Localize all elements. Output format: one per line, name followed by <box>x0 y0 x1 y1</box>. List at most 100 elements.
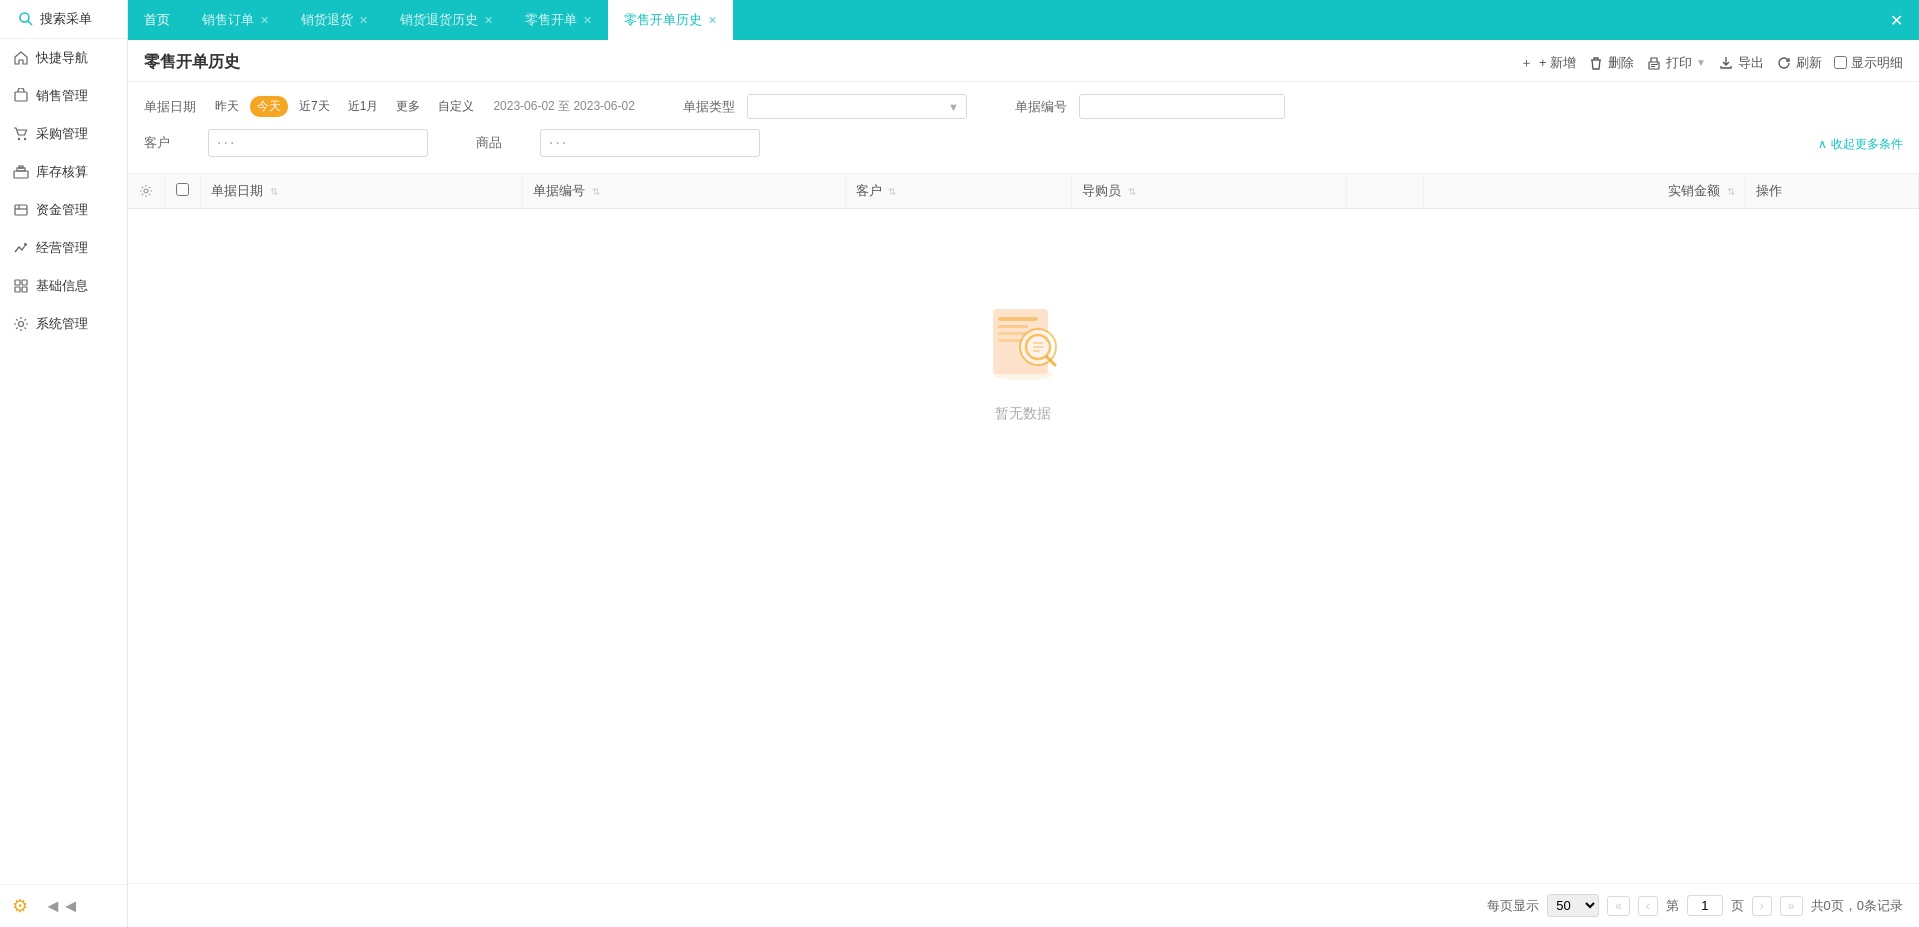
display-cols-checkbox[interactable] <box>1834 56 1847 69</box>
tab-sales-order[interactable]: 销售订单 ✕ <box>186 0 285 40</box>
th-date[interactable]: 单据日期 ⇅ <box>201 174 523 209</box>
svg-rect-17 <box>1651 64 1657 65</box>
th-customer-label: 客户 <box>856 183 882 198</box>
filter-area: 单据日期 昨天 今天 近7天 近1月 更多 自定义 2023-06-02 至 2… <box>128 82 1919 174</box>
sidebar-item-operations[interactable]: 经营管理 <box>0 229 127 267</box>
sidebar-item-label: 快捷导航 <box>36 49 88 67</box>
date-btn-more[interactable]: 更多 <box>389 96 427 117</box>
basic-icon <box>12 277 30 295</box>
delete-button[interactable]: 删除 <box>1588 54 1634 72</box>
svg-point-3 <box>18 138 20 140</box>
add-button[interactable]: ＋ + 新增 <box>1520 54 1576 72</box>
total-info: 共0页，0条记录 <box>1811 897 1903 915</box>
sidebar-search[interactable]: 搜索采单 <box>0 0 127 39</box>
select-all-checkbox[interactable] <box>176 183 189 196</box>
sidebar-item-inventory[interactable]: 库存核算 <box>0 153 127 191</box>
sidebar-item-sys-mgmt[interactable]: 系统管理 <box>0 305 127 343</box>
home-icon <box>12 49 30 67</box>
sidebar-item-label: 经营管理 <box>36 239 88 257</box>
th-checkbox[interactable] <box>165 174 201 209</box>
tab-sales-return-close[interactable]: ✕ <box>359 14 368 27</box>
content-area: 零售开单历史 ＋ + 新增 删除 打印 ▼ <box>128 40 1919 927</box>
th-guide[interactable]: 导购员 ⇅ <box>1072 174 1346 209</box>
tab-retail-open-close[interactable]: ✕ <box>583 14 592 27</box>
collapse-filter-btn[interactable]: ∧ 收起更多条件 <box>1814 132 1903 157</box>
tab-sales-return[interactable]: 销货退货 ✕ <box>285 0 384 40</box>
th-date-label: 单据日期 <box>211 183 263 198</box>
table-container: 单据日期 ⇅ 单据编号 ⇅ 客户 ⇅ 导购员 ⇅ <box>128 174 1919 883</box>
sidebar-item-label: 系统管理 <box>36 315 88 333</box>
svg-rect-18 <box>1651 66 1655 67</box>
type-label: 单据类型 <box>683 98 739 116</box>
tab-sales-order-close[interactable]: ✕ <box>260 14 269 27</box>
export-button[interactable]: 导出 <box>1718 54 1764 72</box>
topbar-close-button[interactable]: ✕ <box>1874 0 1919 40</box>
sidebar-item-label: 销售管理 <box>36 87 88 105</box>
goods-label: 商品 <box>476 134 532 152</box>
date-sort-icon: ⇅ <box>270 186 278 197</box>
svg-point-4 <box>24 138 26 140</box>
settings-gear-icon[interactable]: ⚙ <box>12 895 28 917</box>
customer-sort-icon: ⇅ <box>888 186 896 197</box>
tab-sales-return-history-label: 销货退货历史 <box>400 11 478 29</box>
svg-rect-7 <box>19 166 23 168</box>
page-header: 零售开单历史 ＋ + 新增 删除 打印 ▼ <box>128 40 1919 82</box>
refresh-button[interactable]: 刷新 <box>1776 54 1822 72</box>
tab-retail-open-history-label: 零售开单历史 <box>624 11 702 29</box>
date-range-display: 2023-06-02 至 2023-06-02 <box>493 98 634 115</box>
per-page-select[interactable]: 50 10 20 100 <box>1547 894 1599 917</box>
empty-text: 暂无数据 <box>995 405 1051 423</box>
topbar: 首页 销售订单 ✕ 销货退货 ✕ 销货退货历史 ✕ 零售开单 ✕ 零售开单历史 … <box>128 0 1919 40</box>
svg-rect-24 <box>998 325 1028 328</box>
sidebar-item-basic-info[interactable]: 基础信息 <box>0 267 127 305</box>
date-btn-7days[interactable]: 近7天 <box>292 96 337 117</box>
search-icon <box>18 11 34 28</box>
inventory-icon <box>12 163 30 181</box>
next-page-btn[interactable]: › <box>1752 896 1772 916</box>
finance-icon <box>12 201 30 219</box>
svg-rect-23 <box>998 317 1038 321</box>
type-select[interactable] <box>747 94 967 119</box>
page-number-input[interactable] <box>1687 895 1723 916</box>
type-select-wrapper: ▼ <box>747 94 967 119</box>
date-btn-custom[interactable]: 自定义 <box>431 96 481 117</box>
sidebar-item-purchase-mgmt[interactable]: 采购管理 <box>0 115 127 153</box>
table-settings-icon[interactable] <box>138 183 154 198</box>
collapse-sidebar-icon[interactable]: ◄◄ <box>44 896 80 917</box>
svg-rect-14 <box>22 287 27 292</box>
amount-sort-icon: ⇅ <box>1727 186 1735 197</box>
goods-input[interactable]: ··· <box>540 129 760 157</box>
number-input[interactable] <box>1079 94 1285 119</box>
tab-retail-open-label: 零售开单 <box>525 11 577 29</box>
tab-home[interactable]: 首页 <box>128 0 186 40</box>
sidebar-item-quick-nav[interactable]: 快捷导航 <box>0 39 127 77</box>
tab-sales-return-history-close[interactable]: ✕ <box>484 14 493 27</box>
th-action-label: 操作 <box>1756 183 1782 198</box>
tab-retail-open[interactable]: 零售开单 ✕ <box>509 0 608 40</box>
date-btn-today[interactable]: 今天 <box>250 96 288 117</box>
date-btn-yesterday[interactable]: 昨天 <box>208 96 246 117</box>
purchase-icon <box>12 125 30 143</box>
sys-icon <box>12 315 30 333</box>
date-btn-1month[interactable]: 近1月 <box>341 96 386 117</box>
tab-sales-return-history[interactable]: 销货退货历史 ✕ <box>384 0 509 40</box>
tab-sales-order-label: 销售订单 <box>202 11 254 29</box>
display-cols-toggle[interactable]: 显示明细 <box>1834 54 1903 72</box>
last-page-btn[interactable]: » <box>1780 896 1803 916</box>
date-shortcuts: 昨天 今天 近7天 近1月 更多 自定义 <box>208 96 481 117</box>
sidebar-item-label: 库存核算 <box>36 163 88 181</box>
th-settings[interactable] <box>128 174 165 209</box>
first-page-btn[interactable]: « <box>1607 896 1630 916</box>
print-button[interactable]: 打印 ▼ <box>1646 54 1706 72</box>
prev-page-btn[interactable]: ‹ <box>1638 896 1658 916</box>
pagination-bar: 每页显示 50 10 20 100 « ‹ 第 页 › » 共0页，0条记录 <box>128 883 1919 927</box>
empty-row: 暂无数据 <box>128 209 1919 504</box>
sidebar-item-finance[interactable]: 资金管理 <box>0 191 127 229</box>
tab-retail-open-history-close[interactable]: ✕ <box>708 14 717 27</box>
customer-input[interactable]: ··· <box>208 129 428 157</box>
th-customer[interactable]: 客户 ⇅ <box>845 174 1072 209</box>
sidebar-item-sales-mgmt[interactable]: 销售管理 <box>0 77 127 115</box>
th-number[interactable]: 单据编号 ⇅ <box>523 174 845 209</box>
tab-retail-open-history[interactable]: 零售开单历史 ✕ <box>608 0 733 40</box>
th-amount[interactable]: 实销金额 ⇅ <box>1423 174 1745 209</box>
